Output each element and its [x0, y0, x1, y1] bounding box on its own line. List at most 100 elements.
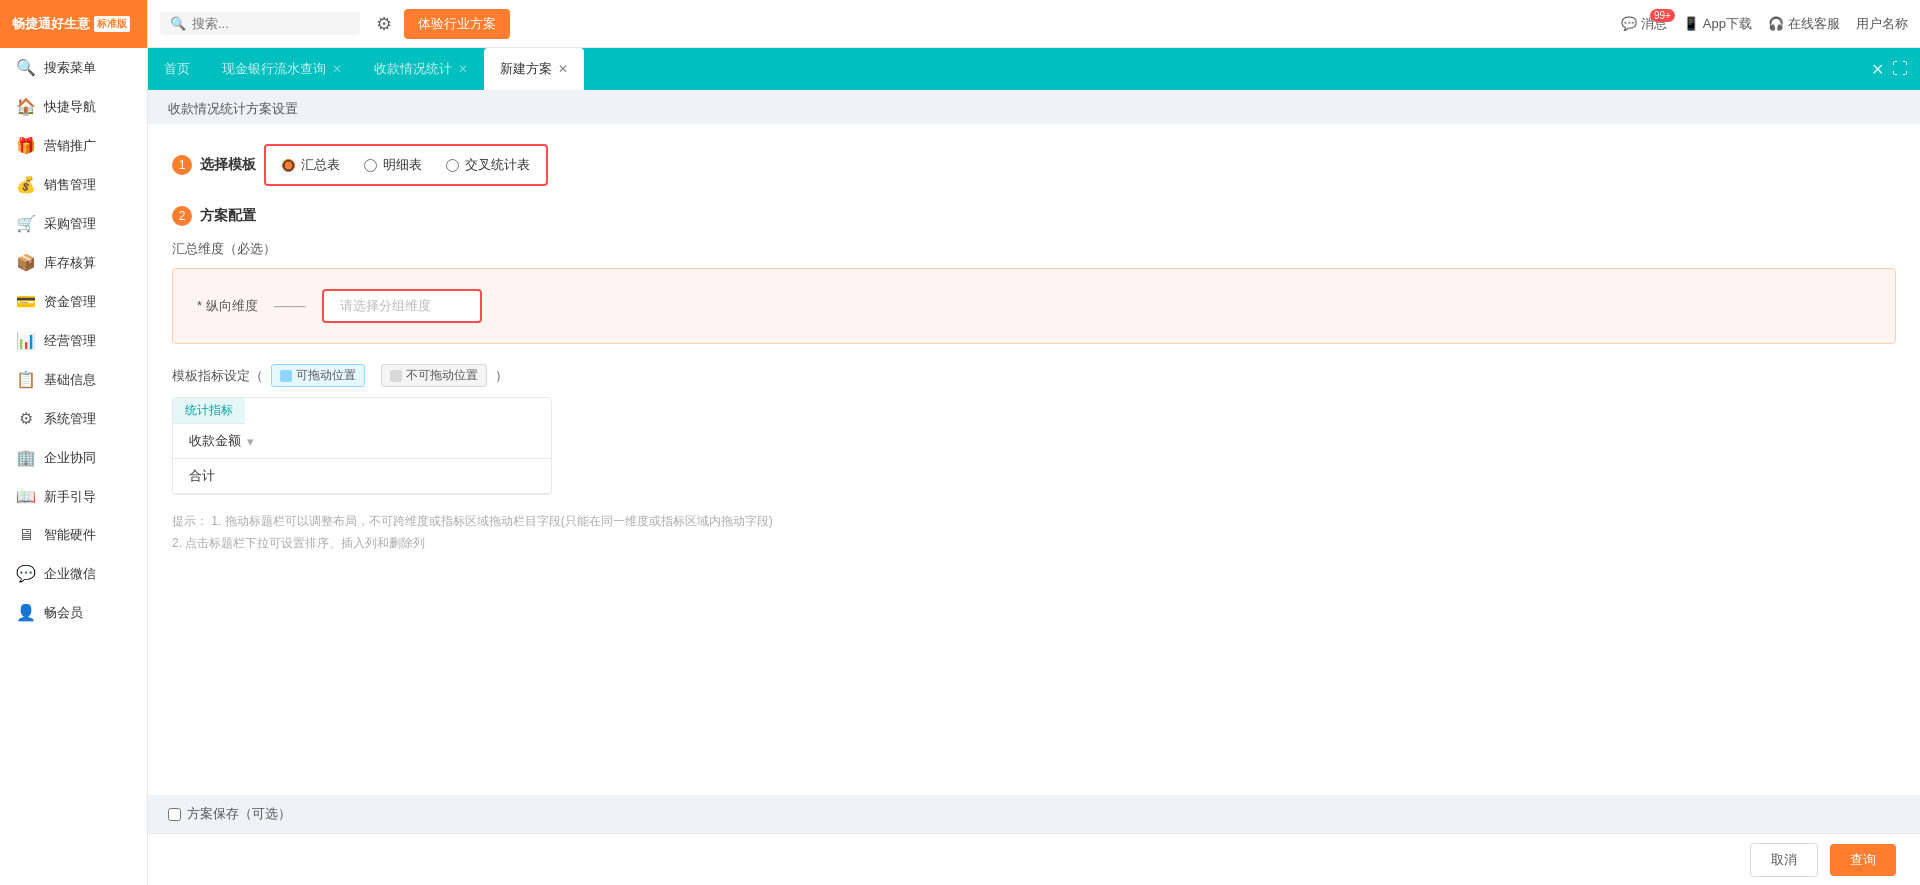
sidebar-label-sales: 销售管理 [44, 176, 96, 194]
tab-receipts[interactable]: 收款情况统计 ✕ [358, 48, 484, 90]
notification-button[interactable]: 💬 消息 99+ [1621, 15, 1667, 33]
quick-nav-icon: 🏠 [16, 97, 36, 116]
sidebar-label-guide: 新手引导 [44, 488, 96, 506]
download-label: App下载 [1703, 15, 1752, 33]
sidebar-label-search: 搜索菜单 [44, 59, 96, 77]
template-detail[interactable]: 明细表 [364, 156, 422, 174]
step2-section: 2 方案配置 汇总维度（必选） * 纵向维度 —— 请选择分组维度 [172, 206, 1896, 554]
service-icon: 🎧 [1768, 16, 1784, 31]
sidebar-item-system[interactable]: ⚙系统管理 [0, 399, 147, 438]
sidebar-item-wechat[interactable]: 💬企业微信 [0, 554, 147, 593]
search-icon: 🔍 [170, 16, 186, 31]
sidebar-label-basic-info: 基础信息 [44, 371, 96, 389]
query-button[interactable]: 查询 [1830, 844, 1896, 876]
template-summary[interactable]: 汇总表 [282, 156, 340, 174]
page-content: 收款情况统计方案设置 1 选择模板 汇总表 明细表 [148, 90, 1920, 833]
arrow-icon: —— [274, 297, 306, 315]
dimension-select[interactable]: 请选择分组维度 [322, 289, 482, 323]
metrics-close-paren: ） [495, 367, 508, 385]
metrics-row-2: 合计 [173, 459, 551, 494]
sidebar-item-search[interactable]: 🔍搜索菜单 [0, 48, 147, 87]
tab-label-receipts: 收款情况统计 [374, 60, 452, 78]
step1-num: 1 [172, 155, 192, 175]
sidebar-item-quick-nav[interactable]: 🏠快捷导航 [0, 87, 147, 126]
online-service-button[interactable]: 🎧 在线客服 [1768, 15, 1840, 33]
user-menu[interactable]: 用户名称 [1856, 15, 1908, 33]
marketing-icon: 🎁 [16, 136, 36, 155]
sidebar-item-basic-info[interactable]: 📋 基础信息 [0, 360, 147, 399]
tab-home[interactable]: 首页 [148, 48, 206, 90]
dimension-subsection: 汇总维度（必选） * 纵向维度 —— 请选择分组维度 [172, 240, 1896, 344]
sidebar-label-enterprise: 企业协同 [44, 449, 96, 467]
search-box[interactable]: 🔍 [160, 12, 360, 35]
enterprise-icon: 🏢 [16, 448, 36, 467]
gear-icon[interactable]: ⚙ [376, 13, 392, 35]
cancel-button[interactable]: 取消 [1750, 843, 1818, 877]
sidebar-item-inventory[interactable]: 📦库存核算 [0, 243, 147, 282]
basic-info-icon: 📋 [16, 370, 36, 389]
sidebar-item-member[interactable]: 👤畅会员 [0, 593, 147, 632]
logo-badge: 标准版 [94, 16, 130, 32]
app-download-button[interactable]: 📱 App下载 [1683, 15, 1752, 33]
close-tab-icon[interactable]: ✕ [1871, 60, 1884, 79]
step1-header: 1 选择模板 汇总表 明细表 交叉统计表 [172, 144, 1896, 186]
download-icon: 📱 [1683, 16, 1699, 31]
template-options: 汇总表 明细表 交叉统计表 [264, 144, 548, 186]
sidebar-item-operations[interactable]: 📊经营管理 [0, 321, 147, 360]
sidebar-item-guide[interactable]: 📖 新手引导 [0, 477, 147, 516]
guide-icon: 📖 [16, 487, 36, 506]
template-cross[interactable]: 交叉统计表 [446, 156, 530, 174]
non-draggable-badge: 不可拖动位置 [381, 364, 487, 387]
tab-new-plan[interactable]: 新建方案✕ [484, 48, 584, 90]
cell-revenue-label: 收款金额 [189, 432, 241, 450]
non-draggable-label: 不可拖动位置 [406, 367, 478, 384]
sidebar-label-marketing: 营销推广 [44, 137, 96, 155]
tab-close-receipts[interactable]: ✕ [458, 62, 468, 76]
sidebar-label-hardware: 智能硬件 [44, 526, 96, 544]
trial-button[interactable]: 体验行业方案 [404, 9, 510, 39]
notification-badge: 99+ [1650, 9, 1675, 22]
search-input[interactable] [192, 16, 332, 31]
inventory-icon: 📦 [16, 253, 36, 272]
cell-total-label: 合计 [189, 467, 215, 485]
breadcrumb: 收款情况统计方案设置 [168, 101, 298, 116]
sidebar-label-purchase: 采购管理 [44, 215, 96, 233]
sidebar-label-system: 系统管理 [44, 410, 96, 428]
tabbar: 首页现金银行流水查询✕收款情况统计✕新建方案✕ ✕ ⛶ [148, 48, 1920, 90]
sidebar-item-purchase[interactable]: 🛒采购管理 [0, 204, 147, 243]
user-display: 用户名称 [1856, 15, 1908, 33]
template-summary-radio[interactable] [282, 159, 295, 172]
sidebar-item-finance[interactable]: 💳资金管理 [0, 282, 147, 321]
sidebar-item-hardware[interactable]: 🖥智能硬件 [0, 516, 147, 554]
sidebar-item-enterprise[interactable]: 🏢 企业协同 [0, 438, 147, 477]
tab-close-cashflow[interactable]: ✕ [332, 62, 342, 76]
save-checkbox[interactable] [168, 808, 181, 821]
bottom-bar: 取消 查询 [148, 833, 1920, 885]
main-area: 🔍 ⚙ 体验行业方案 💬 消息 99+ 📱 App下载 🎧 在线客服 用户名称 [148, 0, 1920, 885]
dropdown-icon[interactable]: ▾ [247, 434, 254, 449]
sidebar: 畅捷通好生意 标准版 🔍搜索菜单🏠快捷导航🎁营销推广💰销售管理🛒采购管理📦库存核… [0, 0, 148, 885]
metrics-section: 模板指标设定（ 可拖动位置 不可拖动位置 ） [172, 364, 1896, 495]
metrics-grid: 收款金额 ▾ 合计 [173, 424, 551, 494]
maximize-icon[interactable]: ⛶ [1892, 60, 1908, 78]
template-detail-radio[interactable] [364, 159, 377, 172]
sidebar-label-member: 畅会员 [44, 604, 83, 622]
metrics-category-header: 统计指标 [173, 398, 551, 424]
topbar-right: 💬 消息 99+ 📱 App下载 🎧 在线客服 用户名称 [1621, 15, 1908, 33]
save-option[interactable]: 方案保存（可选） [168, 805, 1900, 823]
metrics-row-1: 收款金额 ▾ [173, 424, 551, 459]
draggable-badge: 可拖动位置 [271, 364, 365, 387]
tab-close-new-plan[interactable]: ✕ [558, 62, 568, 76]
tabbar-actions: ✕ ⛶ [1871, 60, 1920, 79]
template-cross-label: 交叉统计表 [465, 156, 530, 174]
sidebar-item-marketing[interactable]: 🎁 营销推广 [0, 126, 147, 165]
dimension-placeholder: 请选择分组维度 [340, 297, 431, 315]
sidebar-item-sales[interactable]: 💰销售管理 [0, 165, 147, 204]
template-summary-label: 汇总表 [301, 156, 340, 174]
template-cross-radio[interactable] [446, 159, 459, 172]
vertical-dimension-row: * 纵向维度 —— 请选择分组维度 [197, 289, 1871, 323]
finance-icon: 💳 [16, 292, 36, 311]
tab-label-home: 首页 [164, 60, 190, 78]
tab-cashflow[interactable]: 现金银行流水查询✕ [206, 48, 358, 90]
drag-indicator [280, 370, 292, 382]
